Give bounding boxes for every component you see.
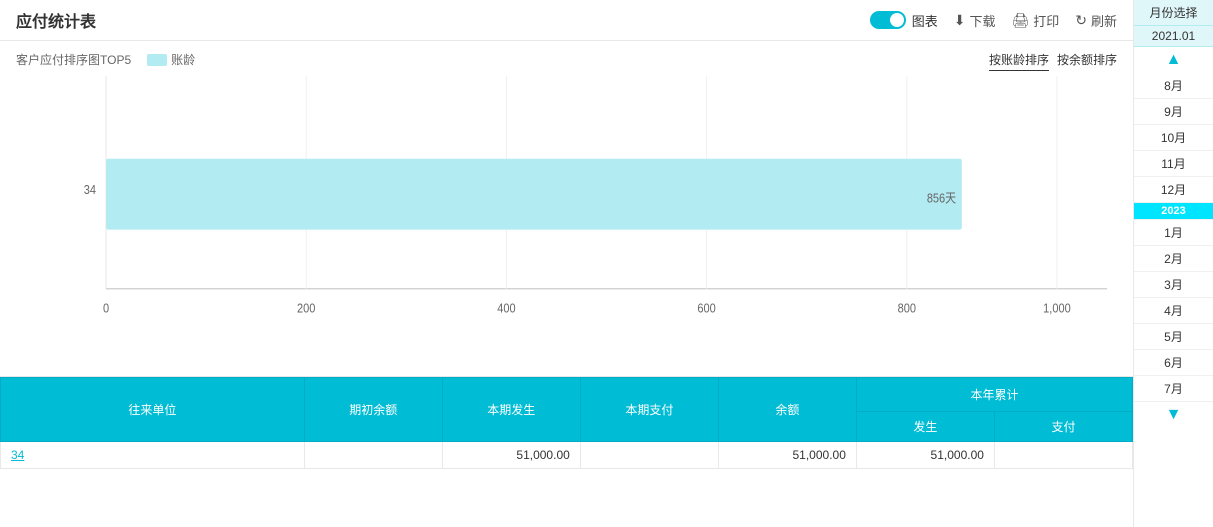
svg-text:800: 800 bbox=[898, 300, 917, 315]
chart-svg: 0 200 400 600 800 1,000 34 bbox=[56, 76, 1117, 336]
table-area: 往来单位 期初余额 本期发生 本期支付 余额 本年累计 发生 支付 34 bbox=[0, 377, 1133, 527]
sidebar-scroll: ▲ 8月9月10月11月12月20231月2月3月4月5月6月7月 ▼ bbox=[1134, 47, 1213, 527]
sidebar-month-item[interactable]: 11月 bbox=[1134, 151, 1213, 177]
svg-text:34: 34 bbox=[84, 182, 97, 197]
table-header-row: 往来单位 期初余额 本期发生 本期支付 余额 本年累计 bbox=[1, 378, 1133, 412]
sidebar-month-item[interactable]: 2月 bbox=[1134, 246, 1213, 272]
sidebar-month-item[interactable]: 6月 bbox=[1134, 350, 1213, 376]
cell-balance: 51,000.00 bbox=[718, 442, 856, 469]
svg-text:600: 600 bbox=[697, 300, 716, 315]
col-unit-header: 往来单位 bbox=[1, 378, 305, 442]
sidebar-year-display: 2021.01 bbox=[1134, 26, 1213, 47]
sort-by-balance-btn[interactable]: 按账龄排序 bbox=[989, 51, 1049, 71]
refresh-button[interactable]: ↻ 刷新 bbox=[1075, 11, 1117, 30]
print-icon: 🖨 bbox=[1011, 12, 1029, 29]
svg-text:856天: 856天 bbox=[927, 191, 956, 206]
sidebar-month-item[interactable]: 3月 bbox=[1134, 272, 1213, 298]
svg-text:200: 200 bbox=[297, 300, 316, 315]
right-sidebar: 月份选择 2021.01 ▲ 8月9月10月11月12月20231月2月3月4月… bbox=[1133, 0, 1213, 527]
svg-text:0: 0 bbox=[103, 300, 109, 315]
legend-color-box bbox=[147, 54, 167, 66]
sort-by-amount-btn[interactable]: 按余额排序 bbox=[1057, 51, 1117, 71]
cell-unit[interactable]: 34 bbox=[1, 442, 305, 469]
col-ytd-occur-header: 发生 bbox=[856, 412, 994, 442]
download-icon: ⬇ bbox=[954, 12, 966, 29]
col-ytd-header: 本年累计 bbox=[856, 378, 1132, 412]
col-opening-header: 期初余额 bbox=[304, 378, 442, 442]
chart-toggle-group[interactable]: 图表 bbox=[870, 11, 938, 30]
table-row: 34 51,000.00 51,000.00 51,000.00 bbox=[1, 442, 1133, 469]
sidebar-month-item[interactable]: 2023 bbox=[1134, 203, 1213, 220]
sidebar-month-item[interactable]: 7月 bbox=[1134, 376, 1213, 402]
sidebar-month-item[interactable]: 9月 bbox=[1134, 99, 1213, 125]
legend-label2: 账龄 bbox=[171, 51, 195, 68]
page-title: 应付统计表 bbox=[16, 8, 96, 32]
header: 应付统计表 图表 ⬇ 下载 🖨 打印 ↻ 刷新 bbox=[0, 0, 1133, 41]
print-button[interactable]: 🖨 打印 bbox=[1011, 11, 1059, 30]
col-current-occur-header: 本期发生 bbox=[442, 378, 580, 442]
sidebar-month-item[interactable]: 12月 bbox=[1134, 177, 1213, 203]
sidebar-month-item[interactable]: 4月 bbox=[1134, 298, 1213, 324]
sidebar-header: 月份选择 bbox=[1134, 0, 1213, 26]
sidebar-month-item[interactable]: 8月 bbox=[1134, 73, 1213, 99]
cell-opening bbox=[304, 442, 442, 469]
sidebar-month-item[interactable]: 1月 bbox=[1134, 220, 1213, 246]
print-label: 打印 bbox=[1033, 11, 1059, 30]
header-actions: 图表 ⬇ 下载 🖨 打印 ↻ 刷新 bbox=[870, 11, 1117, 30]
refresh-icon: ↻ bbox=[1075, 12, 1087, 29]
sidebar-month-item[interactable]: 10月 bbox=[1134, 125, 1213, 151]
legend-item: 账龄 bbox=[147, 51, 195, 68]
sidebar-nav-down-btn[interactable]: ▼ bbox=[1134, 402, 1213, 428]
sidebar-nav-up-btn[interactable]: ▲ bbox=[1134, 47, 1213, 73]
refresh-label: 刷新 bbox=[1091, 11, 1117, 30]
col-current-pay-header: 本期支付 bbox=[580, 378, 718, 442]
legend-text: 客户应付排序图TOP5 bbox=[16, 51, 131, 68]
cell-ytd-occur: 51,000.00 bbox=[856, 442, 994, 469]
sidebar-months-list: 8月9月10月11月12月20231月2月3月4月5月6月7月 bbox=[1134, 73, 1213, 402]
chart-legend: 客户应付排序图TOP5 账龄 bbox=[16, 51, 1117, 68]
cell-ytd-pay bbox=[994, 442, 1132, 469]
chart-toggle[interactable] bbox=[870, 11, 906, 29]
col-ytd-pay-header: 支付 bbox=[994, 412, 1132, 442]
chart-toggle-label: 图表 bbox=[912, 11, 938, 30]
download-button[interactable]: ⬇ 下载 bbox=[954, 11, 996, 30]
col-balance-header: 余额 bbox=[718, 378, 856, 442]
data-table: 往来单位 期初余额 本期发生 本期支付 余额 本年累计 发生 支付 34 bbox=[0, 377, 1133, 469]
sidebar-month-item[interactable]: 5月 bbox=[1134, 324, 1213, 350]
svg-text:400: 400 bbox=[497, 300, 516, 315]
download-label: 下载 bbox=[969, 11, 995, 30]
svg-text:1,000: 1,000 bbox=[1043, 300, 1071, 315]
chart-area: 客户应付排序图TOP5 账龄 按账龄排序 按余额排序 0 200 bbox=[0, 41, 1133, 377]
cell-current-pay bbox=[580, 442, 718, 469]
cell-current-occur: 51,000.00 bbox=[442, 442, 580, 469]
chart-sort-buttons: 按账龄排序 按余额排序 bbox=[989, 51, 1117, 71]
chart-container: 0 200 400 600 800 1,000 34 bbox=[56, 76, 1117, 366]
